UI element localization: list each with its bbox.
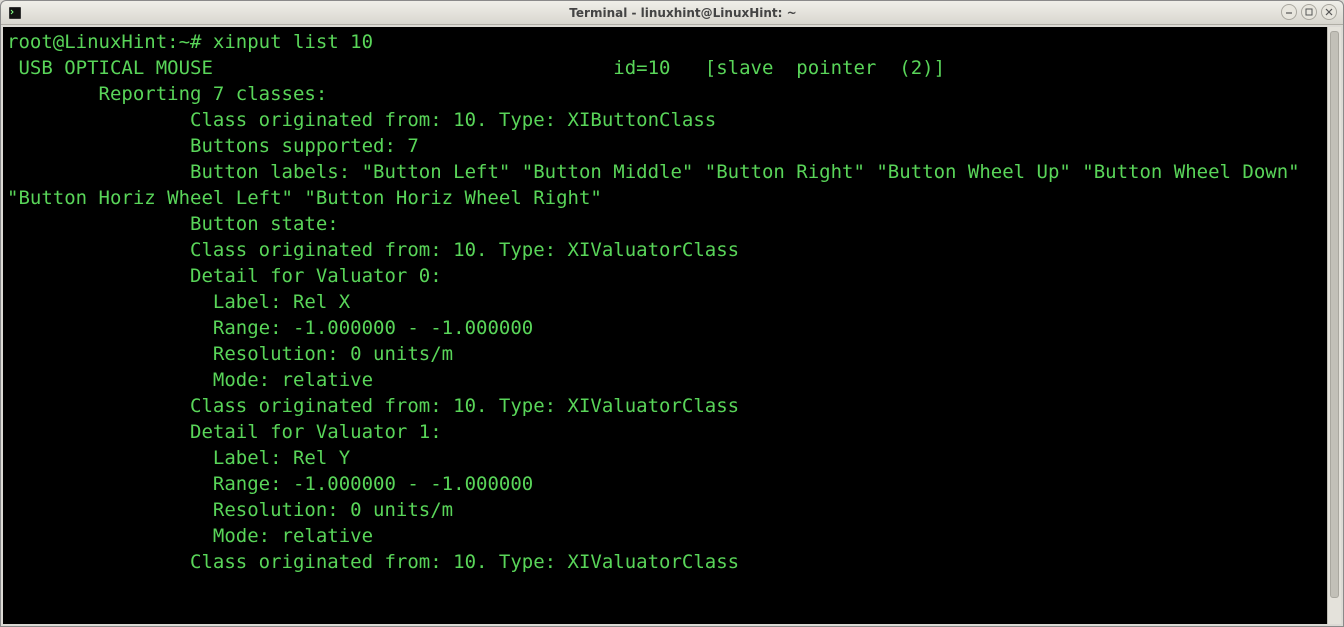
maximize-button[interactable] — [1301, 4, 1317, 20]
window-title: Terminal - linuxhint@LinuxHint: ~ — [23, 6, 1343, 20]
app-icon — [7, 5, 23, 21]
terminal-output[interactable]: root@LinuxHint:~# xinput list 10 USB OPT… — [3, 27, 1327, 624]
terminal-window: Terminal - linuxhint@LinuxHint: ~ root@L… — [0, 0, 1344, 627]
window-controls — [1281, 4, 1337, 20]
close-button[interactable] — [1321, 4, 1337, 20]
titlebar[interactable]: Terminal - linuxhint@LinuxHint: ~ — [1, 1, 1343, 25]
scroll-thumb[interactable] — [1330, 31, 1339, 598]
terminal-body: root@LinuxHint:~# xinput list 10 USB OPT… — [1, 25, 1343, 626]
minimize-button[interactable] — [1281, 4, 1297, 20]
scrollbar[interactable] — [1327, 27, 1341, 624]
